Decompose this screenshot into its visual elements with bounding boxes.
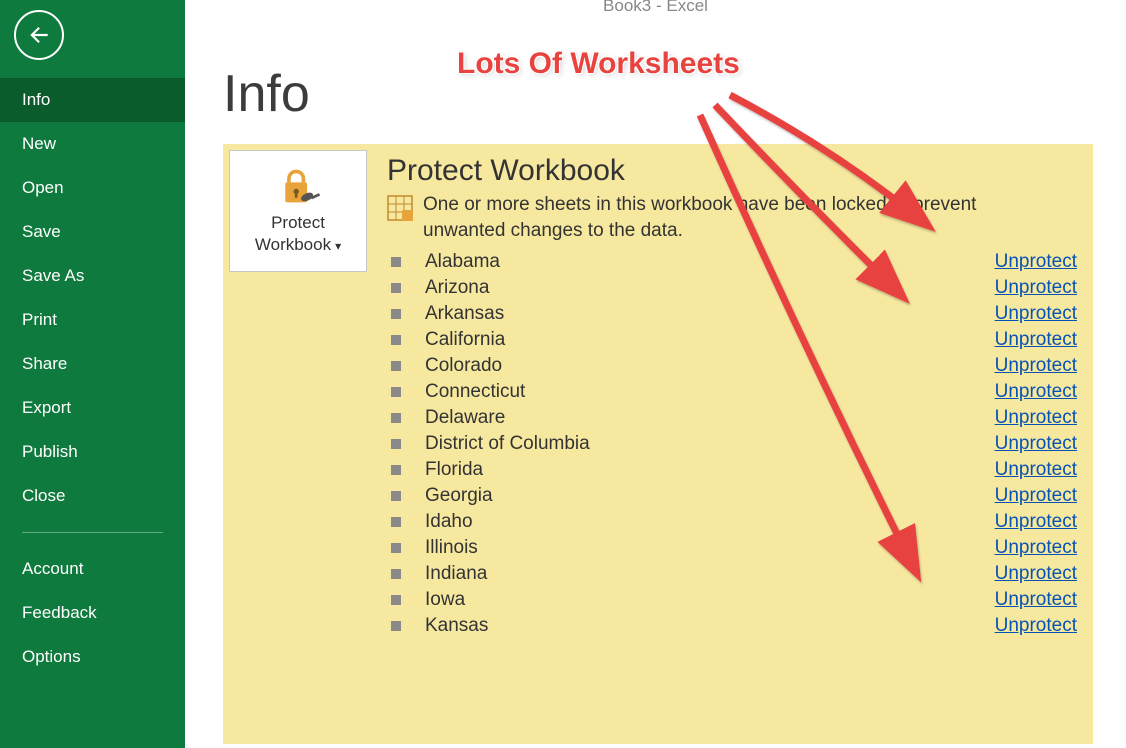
sheet-row: IllinoisUnprotect: [387, 535, 1079, 561]
sheet-row: ArkansasUnprotect: [387, 301, 1079, 327]
sheet-name: Colorado: [425, 355, 995, 377]
sheet-name: California: [425, 329, 995, 351]
sheet-name: Florida: [425, 459, 995, 481]
unprotect-link[interactable]: Unprotect: [995, 277, 1077, 299]
bullet-icon: [391, 569, 401, 579]
sheet-row: IowaUnprotect: [387, 587, 1079, 613]
unprotect-link[interactable]: Unprotect: [995, 407, 1077, 429]
arrow-left-icon: [26, 22, 52, 48]
unprotect-link[interactable]: Unprotect: [995, 459, 1077, 481]
panel-heading: Protect Workbook: [387, 154, 1079, 188]
sheet-name: Iowa: [425, 589, 995, 611]
sheet-list: AlabamaUnprotectArizonaUnprotectArkansas…: [387, 249, 1079, 639]
bullet-icon: [391, 621, 401, 631]
bullet-icon: [391, 517, 401, 527]
sheet-name: Connecticut: [425, 381, 995, 403]
sidebar-divider: [22, 532, 163, 533]
bullet-icon: [391, 283, 401, 293]
unprotect-link[interactable]: Unprotect: [995, 615, 1077, 637]
sheet-name: Delaware: [425, 407, 995, 429]
sheet-row: DelawareUnprotect: [387, 405, 1079, 431]
bullet-icon: [391, 361, 401, 371]
sidebar-item-account[interactable]: Account: [0, 547, 185, 591]
page-title: Info: [223, 64, 1126, 124]
unprotect-link[interactable]: Unprotect: [995, 485, 1077, 507]
bullet-icon: [391, 257, 401, 267]
sheet-lock-icon: [387, 195, 413, 221]
sheet-name: Arizona: [425, 277, 995, 299]
sheet-name: Indiana: [425, 563, 995, 585]
sidebar-item-feedback[interactable]: Feedback: [0, 591, 185, 635]
sheet-name: Arkansas: [425, 303, 995, 325]
bullet-icon: [391, 335, 401, 345]
sidebar-item-print[interactable]: Print: [0, 298, 185, 342]
bullet-icon: [391, 309, 401, 319]
bullet-icon: [391, 491, 401, 501]
unprotect-link[interactable]: Unprotect: [995, 303, 1077, 325]
unprotect-link[interactable]: Unprotect: [995, 589, 1077, 611]
main-content: Book3 - Excel Info Protect Workbook▾ Pro…: [185, 0, 1126, 748]
window-title: Book3 - Excel: [185, 0, 1126, 16]
sheet-row: CaliforniaUnprotect: [387, 327, 1079, 353]
back-button[interactable]: [14, 10, 64, 60]
sheet-name: Georgia: [425, 485, 995, 507]
backstage-sidebar: InfoNewOpenSaveSave AsPrintShareExportPu…: [0, 0, 185, 748]
sheet-row: FloridaUnprotect: [387, 457, 1079, 483]
bullet-icon: [391, 413, 401, 423]
sheet-name: District of Columbia: [425, 433, 995, 455]
sheet-row: District of ColumbiaUnprotect: [387, 431, 1079, 457]
sidebar-item-share[interactable]: Share: [0, 342, 185, 386]
unprotect-link[interactable]: Unprotect: [995, 537, 1077, 559]
sidebar-item-options[interactable]: Options: [0, 635, 185, 679]
protect-workbook-label: Protect Workbook▾: [234, 212, 362, 256]
panel-description: One or more sheets in this workbook have…: [423, 192, 1063, 243]
bullet-icon: [391, 387, 401, 397]
sheet-name: Kansas: [425, 615, 995, 637]
unprotect-link[interactable]: Unprotect: [995, 251, 1077, 273]
sheet-row: AlabamaUnprotect: [387, 249, 1079, 275]
bullet-icon: [391, 595, 401, 605]
unprotect-link[interactable]: Unprotect: [995, 381, 1077, 403]
sidebar-item-save[interactable]: Save: [0, 210, 185, 254]
sheet-name: Idaho: [425, 511, 995, 533]
unprotect-link[interactable]: Unprotect: [995, 563, 1077, 585]
bullet-icon: [391, 465, 401, 475]
bullet-icon: [391, 543, 401, 553]
unprotect-link[interactable]: Unprotect: [995, 355, 1077, 377]
unprotect-link[interactable]: Unprotect: [995, 433, 1077, 455]
unprotect-link[interactable]: Unprotect: [995, 511, 1077, 533]
unprotect-link[interactable]: Unprotect: [995, 329, 1077, 351]
sheet-row: IndianaUnprotect: [387, 561, 1079, 587]
sheet-name: Illinois: [425, 537, 995, 559]
lock-icon: [276, 166, 320, 206]
sheet-row: IdahoUnprotect: [387, 509, 1079, 535]
protect-workbook-button[interactable]: Protect Workbook▾: [229, 150, 367, 272]
sidebar-item-save-as[interactable]: Save As: [0, 254, 185, 298]
sidebar-item-close[interactable]: Close: [0, 474, 185, 518]
sheet-row: KansasUnprotect: [387, 613, 1079, 639]
protect-workbook-panel: Protect Workbook▾ Protect Workbook One o…: [223, 144, 1093, 744]
chevron-down-icon: ▾: [335, 239, 341, 253]
sidebar-item-publish[interactable]: Publish: [0, 430, 185, 474]
sidebar-item-info[interactable]: Info: [0, 78, 185, 122]
sheet-row: GeorgiaUnprotect: [387, 483, 1079, 509]
sheet-row: ColoradoUnprotect: [387, 353, 1079, 379]
sheet-name: Alabama: [425, 251, 995, 273]
sidebar-item-new[interactable]: New: [0, 122, 185, 166]
sidebar-item-export[interactable]: Export: [0, 386, 185, 430]
bullet-icon: [391, 439, 401, 449]
sheet-row: ArizonaUnprotect: [387, 275, 1079, 301]
sheet-row: ConnecticutUnprotect: [387, 379, 1079, 405]
sidebar-item-open[interactable]: Open: [0, 166, 185, 210]
